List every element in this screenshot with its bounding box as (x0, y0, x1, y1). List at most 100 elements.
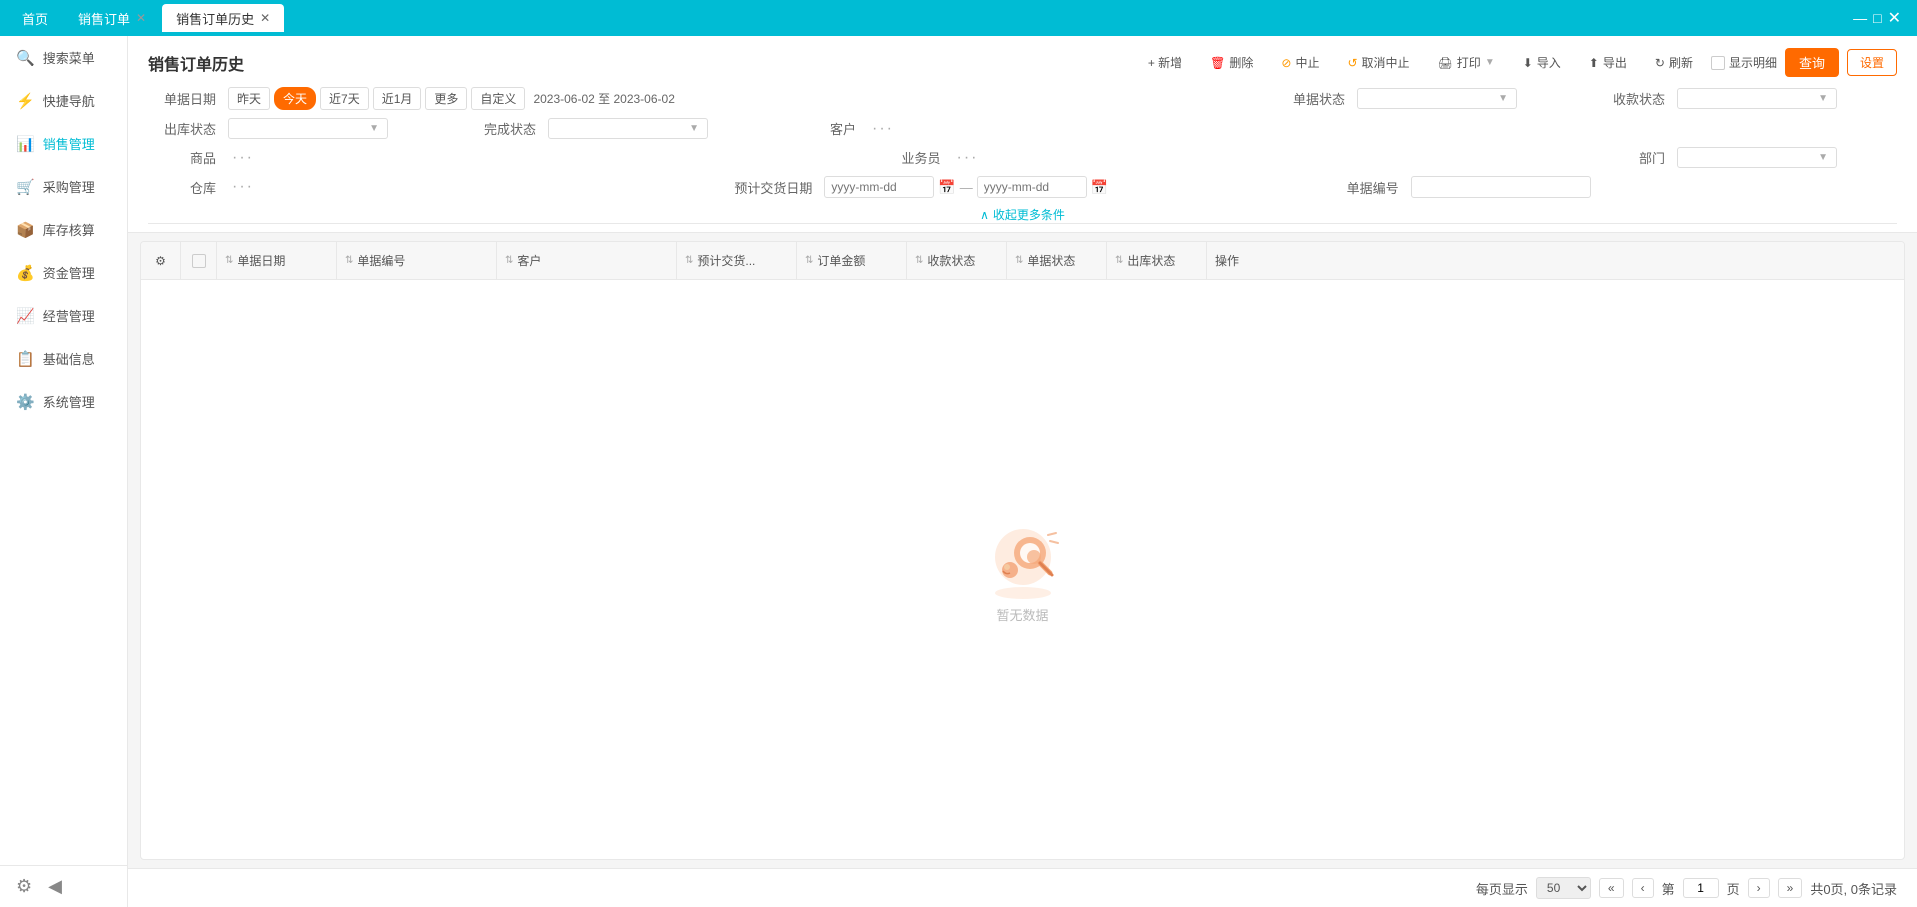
empty-state: 暂无数据 (978, 515, 1068, 624)
sort-icon-customer: ⇅ (505, 255, 513, 266)
th-date[interactable]: ⇅ 单据日期 (217, 242, 337, 279)
th-settings[interactable]: ⚙ (141, 242, 181, 279)
show-detail-check[interactable] (1711, 56, 1725, 70)
out-status-label: 出库状态 (148, 119, 228, 138)
th-out-status[interactable]: ⇅ 出库状态 (1107, 242, 1207, 279)
sidebar-item-quick-nav[interactable]: ⚡ 快捷导航 (0, 79, 127, 122)
goods-label: 商品 (148, 148, 228, 167)
sidebar-item-operation[interactable]: 📈 经营管理 (0, 294, 127, 337)
total-info: 共0页, 0条记录 (1810, 879, 1897, 898)
date-7days[interactable]: 近7天 (320, 87, 369, 110)
quick-nav-icon: ⚡ (16, 92, 35, 110)
th-num[interactable]: ⇅ 单据编号 (337, 242, 497, 279)
show-detail-checkbox[interactable]: 显示明细 (1711, 54, 1777, 71)
sort-icon-order: ⇅ (1015, 255, 1023, 266)
pay-status-control: ▼ (1677, 88, 1897, 109)
page-label-post: 页 (1727, 879, 1740, 898)
filter-row-4: 仓库 ··· 预计交货日期 📅 — 📅 单据编号 (148, 176, 1897, 198)
th-customer[interactable]: ⇅ 客户 (497, 242, 677, 279)
table-body: 暂无数据 (141, 280, 1904, 859)
filter-row-3: 商品 ··· 业务员 ··· 部门 ▼ (148, 147, 1897, 168)
settings-button[interactable]: 设置 (1847, 49, 1897, 76)
delivery-date-end[interactable] (977, 176, 1087, 198)
sidebar-item-system[interactable]: ⚙️ 系统管理 (0, 380, 127, 423)
th-amount[interactable]: ⇅ 订单金额 (797, 242, 907, 279)
tab-sales-order-history[interactable]: 销售订单历史 ✕ (162, 4, 284, 32)
refresh-button[interactable]: ↻ 刷新 (1645, 50, 1703, 75)
inventory-icon: 📦 (16, 221, 35, 239)
date-separator: — (960, 180, 973, 195)
date-yesterday[interactable]: 昨天 (228, 87, 270, 110)
collapse-sidebar-icon[interactable]: ◀ (48, 876, 62, 897)
sidebar-item-purchase[interactable]: 🛒 采购管理 (0, 165, 127, 208)
warehouse-control: ··· (228, 178, 714, 196)
sidebar-item-search[interactable]: 🔍 搜索菜单 (0, 36, 127, 79)
first-page-btn[interactable]: « (1599, 878, 1624, 898)
minimize-icon[interactable]: — (1853, 10, 1867, 26)
out-status-select[interactable]: ▼ (228, 118, 388, 139)
settings-bottom-icon[interactable]: ⚙ (16, 876, 32, 897)
sidebar-item-finance[interactable]: 💰 资金管理 (0, 251, 127, 294)
goods-picker[interactable]: ··· (228, 149, 258, 167)
import-button[interactable]: ⬇ 导入 (1513, 50, 1571, 75)
delete-button[interactable]: 🗑 删除 (1200, 50, 1263, 75)
warehouse-picker[interactable]: ··· (228, 178, 258, 196)
tab-close-history[interactable]: ✕ (260, 11, 270, 25)
th-delivery[interactable]: ⇅ 预计交货... (677, 242, 797, 279)
filter-area: 单据日期 昨天 今天 近7天 近1月 更多 自定义 2023-06-02 至 2… (148, 87, 1897, 224)
complete-status-select[interactable]: ▼ (548, 118, 708, 139)
sidebar-item-basic[interactable]: 📋 基础信息 (0, 337, 127, 380)
goods-control: ··· (228, 149, 853, 167)
empty-text: 暂无数据 (996, 605, 1048, 624)
prev-page-btn[interactable]: ‹ (1632, 878, 1654, 898)
sidebar-item-inventory[interactable]: 📦 库存核算 (0, 208, 127, 251)
page-size-select[interactable]: 50 10 20 100 (1536, 877, 1591, 899)
order-num-input[interactable] (1411, 176, 1591, 198)
cancel-stop-button[interactable]: ↺ 取消中止 (1337, 50, 1419, 75)
dept-select[interactable]: ▼ (1677, 147, 1837, 168)
new-button[interactable]: + 新增 (1138, 50, 1192, 75)
date-today[interactable]: 今天 (274, 87, 316, 110)
table-wrapper: ⚙ ⇅ 单据日期 ⇅ 单据编号 ⇅ 客户 ⇅ 预计交货. (140, 241, 1905, 860)
order-status-control: ▼ (1357, 88, 1577, 109)
last-page-btn[interactable]: » (1778, 878, 1803, 898)
next-page-btn[interactable]: › (1748, 878, 1770, 898)
query-button[interactable]: 查询 (1785, 48, 1839, 77)
calendar-icon-start: 📅 (938, 179, 955, 196)
table-header: ⚙ ⇅ 单据日期 ⇅ 单据编号 ⇅ 客户 ⇅ 预计交货. (141, 242, 1904, 280)
tab-sales-order[interactable]: 销售订单 ✕ (64, 4, 160, 32)
export-button[interactable]: ⬆ 导出 (1579, 50, 1637, 75)
th-op: 操作 (1207, 242, 1904, 279)
sidebar-item-sales[interactable]: 📊 销售管理 (0, 122, 127, 165)
sort-icon-num: ⇅ (345, 255, 353, 266)
stop-button[interactable]: ⊘ 中止 (1271, 50, 1329, 75)
order-status-select[interactable]: ▼ (1357, 88, 1517, 109)
page-size-label: 每页显示 (1476, 879, 1528, 898)
maximize-icon[interactable]: □ (1873, 10, 1881, 26)
th-check[interactable] (181, 242, 217, 279)
customer-control: ··· (868, 120, 1897, 138)
sort-icon-delivery: ⇅ (685, 255, 693, 266)
delivery-date-start[interactable] (824, 176, 934, 198)
date-more[interactable]: 更多 (425, 87, 467, 110)
pay-status-select[interactable]: ▼ (1677, 88, 1837, 109)
collapse-bar[interactable]: ∧ 收起更多条件 (148, 206, 1897, 223)
date-custom[interactable]: 自定义 (471, 87, 525, 110)
basic-icon: 📋 (16, 350, 35, 368)
toolbar: + 新增 🗑 删除 ⊘ 中止 ↺ 取消中止 🖨 (1138, 48, 1897, 77)
th-pay[interactable]: ⇅ 收款状态 (907, 242, 1007, 279)
salesman-picker[interactable]: ··· (953, 149, 983, 167)
purchase-icon: 🛒 (16, 178, 35, 196)
print-button[interactable]: 🖨 打印 ▼ (1428, 50, 1505, 75)
header-checkbox[interactable] (192, 254, 206, 268)
filter-row-1: 单据日期 昨天 今天 近7天 近1月 更多 自定义 2023-06-02 至 2… (148, 87, 1897, 110)
tab-home[interactable]: 首页 (8, 4, 62, 32)
complete-status-chevron: ▼ (689, 123, 699, 134)
customer-label: 客户 (788, 119, 868, 138)
page-input[interactable] (1683, 878, 1719, 898)
close-icon[interactable]: ✕ (1888, 8, 1901, 28)
customer-picker[interactable]: ··· (868, 120, 898, 138)
th-order-status[interactable]: ⇅ 单据状态 (1007, 242, 1107, 279)
tab-close-sales-order[interactable]: ✕ (136, 11, 146, 25)
date-1month[interactable]: 近1月 (373, 87, 422, 110)
